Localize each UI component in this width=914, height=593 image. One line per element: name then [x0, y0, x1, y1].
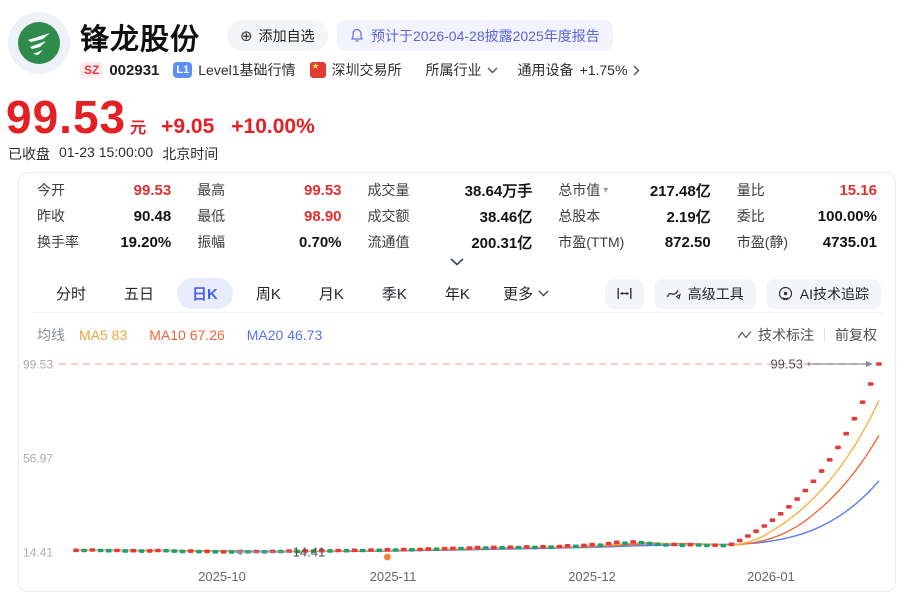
- stock-code: 002931: [109, 62, 159, 79]
- stat-amplitude: 振幅0.70%: [197, 229, 341, 255]
- kline-chart[interactable]: 99.53 56.97 14.41 2025-10 2025-11 2025-12 2026…: [19, 351, 895, 593]
- svg-text:2026-01: 2026-01: [747, 569, 795, 584]
- industry-dropdown[interactable]: 所属行业: [426, 60, 498, 80]
- tab-minute[interactable]: 分时: [41, 278, 101, 309]
- quote-row: 99.53 元 +9.05 +10.00%: [6, 90, 315, 144]
- report-notice[interactable]: 预计于2026-04-28披露2025年度报告: [337, 20, 613, 51]
- stat-volume-ratio: 量比15.16: [737, 177, 877, 203]
- stat-turnover-amount: 成交额38.46亿: [368, 203, 533, 229]
- drawing-tool-icon: [666, 287, 681, 301]
- ma20-value: MA20 46.73: [247, 327, 323, 343]
- svg-text:56.97: 56.97: [23, 452, 53, 466]
- divider: [824, 328, 825, 342]
- ma5-value: MA5 83: [79, 327, 127, 343]
- price-unit: 元: [130, 114, 146, 138]
- level-badge: L1: [173, 62, 192, 78]
- chevron-right-icon: [633, 65, 640, 76]
- market-status-row: 已收盘 01-23 15:00:00 北京时间: [8, 144, 218, 164]
- ai-tracking-label: AI技术追踪: [800, 284, 869, 304]
- stat-high: 最高99.53: [197, 177, 341, 203]
- exchange-flag-icon: ★: [310, 62, 326, 78]
- market-status: 已收盘: [8, 144, 50, 164]
- stats-grid: 今开99.53 最高99.53 成交量38.64万手 总市值▾217.48亿 量…: [37, 177, 877, 255]
- zigzag-icon: [737, 330, 752, 340]
- svg-text:14.41: 14.41: [23, 546, 53, 560]
- stat-bid-ratio: 委比100.00%: [737, 203, 877, 229]
- industry-change: +1.75%: [580, 62, 628, 78]
- tab-more[interactable]: 更多: [493, 278, 559, 309]
- quote-card: 今开99.53 最高99.53 成交量38.64万手 总市值▾217.48亿 量…: [18, 172, 896, 592]
- svg-text:2025-10: 2025-10: [198, 569, 246, 584]
- advanced-tools-button[interactable]: 高级工具: [654, 279, 756, 309]
- advanced-tools-label: 高级工具: [688, 284, 744, 304]
- exchange-name: 深圳交易所: [332, 60, 402, 80]
- svg-text:99.53: 99.53: [770, 357, 803, 372]
- stat-pe-static: 市盈(静)4735.01: [737, 229, 877, 255]
- ma-title: 均线: [37, 325, 65, 345]
- stat-volume: 成交量38.64万手: [368, 177, 533, 203]
- industry-link[interactable]: 通用设备 +1.75%: [518, 60, 641, 80]
- quote-timezone: 北京时间: [162, 144, 218, 164]
- company-logo: [8, 12, 70, 74]
- tab-quarterly-k[interactable]: 季K: [367, 278, 422, 309]
- stat-market-cap[interactable]: 总市值▾217.48亿: [558, 177, 710, 203]
- stat-low: 最低98.90: [197, 203, 341, 229]
- tab-yearly-k[interactable]: 年K: [430, 278, 485, 309]
- svg-text:99.53: 99.53: [23, 358, 53, 372]
- stat-total-shares: 总股本2.19亿: [558, 203, 710, 229]
- fit-width-icon: [617, 287, 632, 300]
- tab-daily-k[interactable]: 日K: [177, 278, 233, 309]
- logo-icon: [16, 20, 62, 66]
- stock-name: 锋龙股份: [80, 16, 200, 58]
- market-badge: SZ: [80, 62, 103, 78]
- adjust-mode-button[interactable]: 前复权: [835, 325, 877, 345]
- plus-icon: ⊕: [240, 27, 253, 45]
- tab-5day[interactable]: 五日: [109, 278, 169, 309]
- chevron-down-icon: [538, 290, 549, 297]
- svg-text:2025-11: 2025-11: [370, 569, 417, 584]
- report-notice-text: 预计于2026-04-28披露2025年度报告: [371, 26, 600, 46]
- price-change-pct: +10.00%: [231, 115, 315, 139]
- stat-prev-close: 昨收90.48: [37, 203, 171, 229]
- current-price: 99.53: [6, 90, 126, 144]
- stock-meta-row: SZ 002931 L1 Level1基础行情 ★ 深圳交易所 所属行业 通用设…: [80, 60, 640, 80]
- collapse-stats-button[interactable]: [19, 255, 895, 269]
- ma10-value: MA10 67.26: [149, 327, 225, 343]
- svg-text:14.41: 14.41: [293, 545, 326, 560]
- stat-pe-ttm: 市盈(TTM)872.50: [558, 229, 710, 255]
- add-watchlist-label: 添加自选: [259, 26, 315, 46]
- ma-legend: 均线 MA5 83 MA10 67.26 MA20 46.73 技术标注 前复权: [37, 321, 877, 349]
- tech-annotation-toggle[interactable]: 技术标注: [737, 325, 814, 345]
- add-watchlist-button[interactable]: ⊕ 添加自选: [227, 20, 328, 51]
- chevron-down-icon: [487, 67, 498, 74]
- price-change: +9.05: [161, 115, 214, 139]
- chart-tools: 高级工具 AI技术追踪: [605, 279, 883, 309]
- fit-width-button[interactable]: [605, 279, 644, 309]
- chart-period-tabs: 分时 五日 日K 周K 月K 季K 年K 更多: [31, 277, 883, 313]
- stat-open: 今开99.53: [37, 177, 171, 203]
- bell-icon: [350, 28, 364, 43]
- ai-tracking-button[interactable]: AI技术追踪: [766, 279, 881, 309]
- stat-float-cap: 流通值200.31亿: [368, 229, 533, 255]
- tab-monthly-k[interactable]: 月K: [304, 278, 359, 309]
- tab-weekly-k[interactable]: 周K: [241, 278, 296, 309]
- caret-down-icon: ▾: [603, 185, 608, 196]
- stat-turnover-rate: 换手率19.20%: [37, 229, 171, 255]
- quote-time: 01-23 15:00:00: [59, 144, 153, 164]
- level-text: Level1基础行情: [198, 60, 295, 80]
- ai-target-icon: [778, 286, 793, 301]
- chevron-down-icon: [450, 258, 464, 266]
- svg-text:2025-12: 2025-12: [568, 569, 616, 584]
